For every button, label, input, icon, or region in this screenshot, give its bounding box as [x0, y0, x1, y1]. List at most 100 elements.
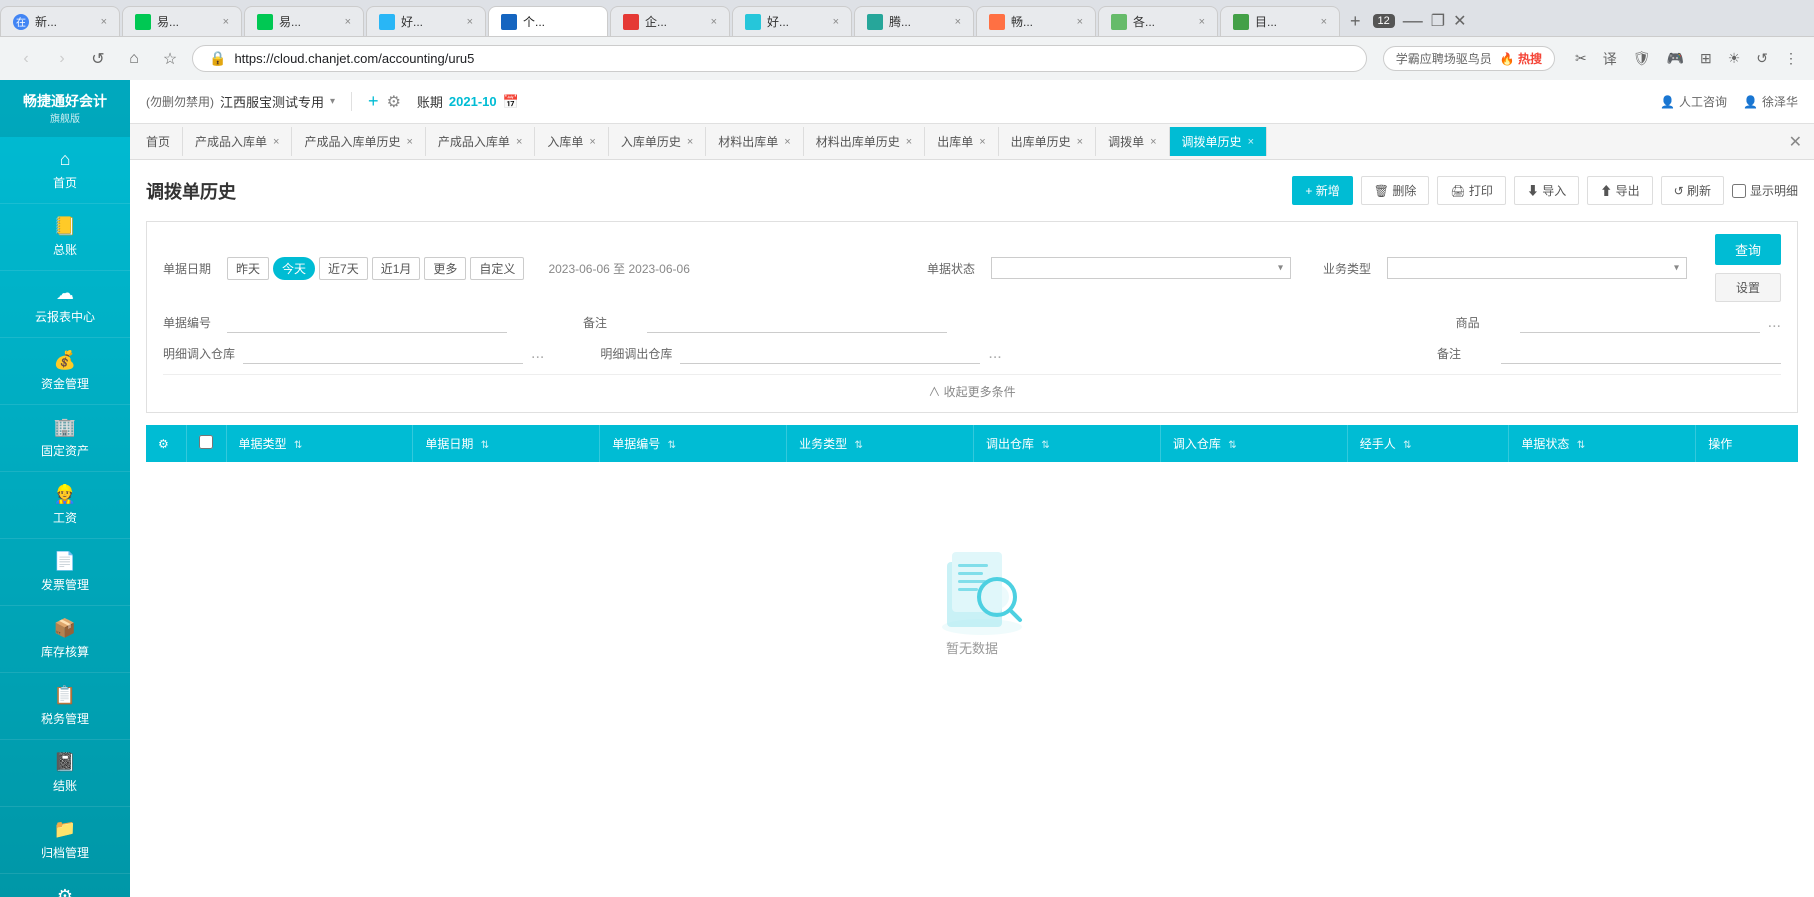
apps-btn[interactable]: ⊞: [1696, 46, 1716, 71]
browser-tab-3[interactable]: 易... ×: [244, 6, 364, 36]
date-btn-custom[interactable]: 自定义: [470, 257, 524, 280]
delete-btn[interactable]: 🗑 删除: [1361, 176, 1430, 205]
browser-tab-10[interactable]: 各... ×: [1098, 6, 1218, 36]
period-selector[interactable]: 账期 2021-10 📅: [417, 92, 519, 111]
sidebar-item-ledger[interactable]: 📒 总账: [0, 204, 130, 271]
tab-material-out[interactable]: 材料出库单 ×: [706, 127, 803, 156]
company-selector[interactable]: (勿删勿禁用) 江西服宝测试专用 ▾: [146, 92, 352, 111]
print-btn[interactable]: 🖨 打印: [1437, 176, 1506, 205]
tab-transfer[interactable]: 调拨单 ×: [1096, 127, 1169, 156]
sidebar-item-inventory[interactable]: 📦 库存核算: [0, 606, 130, 673]
tab-close-4[interactable]: ×: [461, 16, 473, 28]
tabs-close-all-btn[interactable]: ✕: [1781, 126, 1810, 158]
tab-products-in2[interactable]: 产成品入库单 ×: [426, 127, 535, 156]
history-btn[interactable]: ↺: [1752, 46, 1772, 71]
tab-in-close[interactable]: ×: [589, 136, 595, 148]
sidebar-item-settings[interactable]: ⚙ 基础设置: [0, 874, 130, 897]
detail-in-input[interactable]: [243, 343, 523, 364]
th-status[interactable]: 单据状态 ⇅: [1509, 425, 1696, 462]
date-btn-1month[interactable]: 近1月: [372, 257, 421, 280]
date-btn-today[interactable]: 今天: [273, 257, 315, 280]
detail-out-dots-btn[interactable]: ...: [988, 345, 1001, 363]
tab-products-in-history[interactable]: 产成品入库单历史 ×: [292, 127, 425, 156]
sidebar-item-archive[interactable]: 📁 归档管理: [0, 807, 130, 874]
tab-material-out-history-close[interactable]: ×: [906, 136, 912, 148]
new-tab-button[interactable]: +: [1342, 11, 1369, 32]
th-biz-type[interactable]: 业务类型 ⇅: [787, 425, 974, 462]
tab-close-8[interactable]: ×: [949, 16, 961, 28]
browser-tab-4[interactable]: 好... ×: [366, 6, 486, 36]
search-bar[interactable]: 学霸应聘场驱鸟员 🔥 热搜: [1383, 46, 1555, 71]
browser-tab-11[interactable]: 目... ×: [1220, 6, 1340, 36]
tab-close-11[interactable]: ×: [1315, 16, 1327, 28]
browser-tab-8[interactable]: 腾... ×: [854, 6, 974, 36]
reload-button[interactable]: ↺: [84, 45, 112, 73]
biztype-select[interactable]: [1387, 257, 1687, 279]
browser-tab-7[interactable]: 好... ×: [732, 6, 852, 36]
import-btn[interactable]: ⬇ 导入: [1514, 176, 1579, 205]
tab-close-3[interactable]: ×: [339, 16, 351, 28]
order-no-input[interactable]: [227, 312, 507, 333]
back-button[interactable]: ‹: [12, 45, 40, 73]
extensions-btn[interactable]: ✂: [1571, 46, 1591, 71]
status-select[interactable]: [991, 257, 1291, 279]
query-btn[interactable]: 查询: [1715, 234, 1781, 265]
remark-input[interactable]: [647, 312, 947, 333]
th-gear[interactable]: ⚙: [146, 425, 186, 462]
window-maximize-btn[interactable]: ❐: [1431, 11, 1445, 31]
browser-tab-1[interactable]: 在 新... ×: [0, 6, 120, 36]
tab-close-10[interactable]: ×: [1193, 16, 1205, 28]
date-btn-more[interactable]: 更多: [424, 257, 466, 280]
date-btn-yesterday[interactable]: 昨天: [227, 257, 269, 280]
sidebar-item-invoice[interactable]: 📄 发票管理: [0, 539, 130, 606]
shield-btn[interactable]: 🛡: [1629, 46, 1655, 71]
goods-input[interactable]: [1520, 312, 1760, 333]
tab-close-2[interactable]: ×: [217, 16, 229, 28]
tab-close-1[interactable]: ×: [95, 16, 107, 28]
tab-home[interactable]: 首页: [134, 127, 183, 156]
brightness-btn[interactable]: ☀: [1724, 46, 1745, 71]
tab-in[interactable]: 入库单 ×: [535, 127, 608, 156]
th-number[interactable]: 单据编号 ⇅: [600, 425, 787, 462]
window-close-btn[interactable]: ✕: [1453, 11, 1466, 31]
window-minimize-btn[interactable]: —: [1403, 10, 1423, 33]
detail-out-input[interactable]: [680, 343, 980, 364]
export-btn[interactable]: ⬆ 导出: [1587, 176, 1652, 205]
date-btn-7days[interactable]: 近7天: [319, 257, 368, 280]
tab-products-in[interactable]: 产成品入库单 ×: [183, 127, 292, 156]
tab-material-out-close[interactable]: ×: [784, 136, 790, 148]
tab-out-history-close[interactable]: ×: [1077, 136, 1083, 148]
sidebar-item-funds[interactable]: 💰 资金管理: [0, 338, 130, 405]
detail-in-dots-btn[interactable]: ...: [531, 345, 544, 363]
sidebar-item-reports[interactable]: ☁ 云报表中心: [0, 271, 130, 338]
tab-close-6[interactable]: ×: [705, 16, 717, 28]
th-checkbox[interactable]: [186, 425, 226, 462]
sidebar-item-home[interactable]: ⌂ 首页: [0, 137, 130, 204]
home-button[interactable]: ⌂: [120, 45, 148, 73]
goods-dots-btn[interactable]: ...: [1768, 314, 1781, 332]
bookmark-button[interactable]: ☆: [156, 45, 184, 73]
tab-transfer-history[interactable]: 调拨单历史 ×: [1170, 127, 1267, 156]
display-toggle-checkbox[interactable]: [1732, 184, 1746, 198]
service-btn[interactable]: 👤 人工咨询: [1660, 93, 1727, 110]
tab-products-in-history-close[interactable]: ×: [406, 136, 412, 148]
browser-tab-2[interactable]: 易... ×: [122, 6, 242, 36]
detail-remark-input[interactable]: [1501, 343, 1781, 364]
tab-close-7[interactable]: ×: [827, 16, 839, 28]
games-btn[interactable]: 🎮: [1663, 46, 1688, 71]
add-company-btn[interactable]: +: [368, 91, 379, 112]
browser-tab-active[interactable]: 个...: [488, 6, 608, 36]
th-out-warehouse[interactable]: 调出仓库 ⇅: [974, 425, 1161, 462]
tab-in-history-close[interactable]: ×: [687, 136, 693, 148]
th-type[interactable]: 单据类型 ⇅: [226, 425, 413, 462]
tab-products-in2-close[interactable]: ×: [516, 136, 522, 148]
new-btn[interactable]: + 新增: [1292, 176, 1352, 205]
user-btn[interactable]: 👤 徐泽华: [1743, 93, 1798, 110]
address-bar[interactable]: 🔒 https://cloud.chanjet.com/accounting/u…: [192, 45, 1367, 72]
setting-btn[interactable]: 设置: [1715, 273, 1781, 302]
th-in-warehouse[interactable]: 调入仓库 ⇅: [1160, 425, 1347, 462]
th-handler[interactable]: 经手人 ⇅: [1347, 425, 1509, 462]
tab-transfer-close[interactable]: ×: [1150, 136, 1156, 148]
company-settings-btn[interactable]: ⚙: [387, 92, 401, 112]
tab-close-9[interactable]: ×: [1071, 16, 1083, 28]
